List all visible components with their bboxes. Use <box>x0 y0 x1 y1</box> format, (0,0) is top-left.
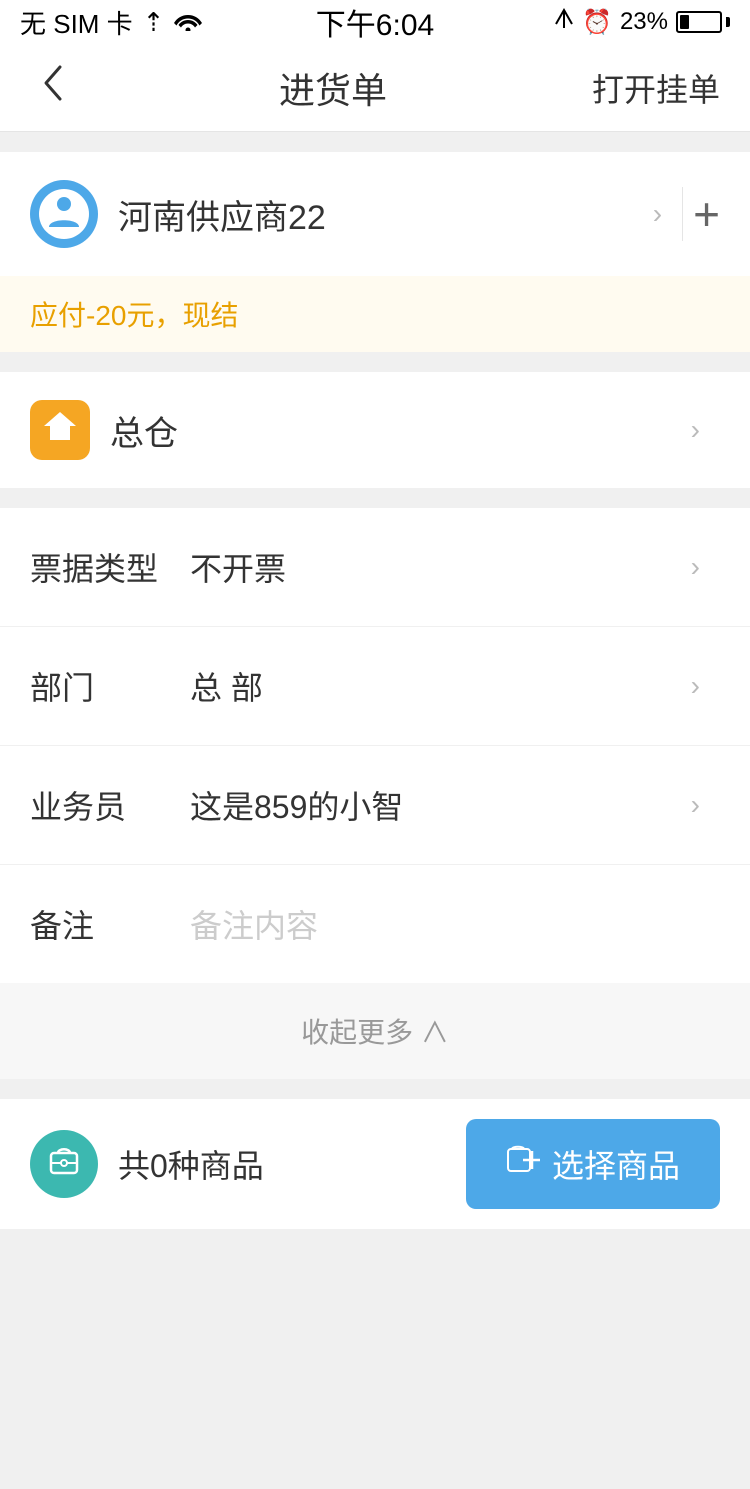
back-button[interactable] <box>30 53 74 122</box>
page-background <box>0 1229 750 1489</box>
supplier-name: 河南供应商22 <box>118 190 653 239</box>
status-bar: 无 SIM 卡 ⇡ 下午6:04 ⏰ 23% <box>0 0 750 44</box>
select-product-button[interactable]: 选择商品 <box>466 1119 720 1209</box>
location-icon <box>554 8 574 37</box>
warehouse-name: 总仓 <box>110 406 691 455</box>
invoice-type-row[interactable]: 票据类型 不开票 › <box>0 508 750 626</box>
remarks-row[interactable]: 备注 备注内容 <box>0 864 750 983</box>
supplier-section: 河南供应商22 › + 应付-20元，现结 <box>0 152 750 352</box>
collapse-label: 收起更多 ∧ <box>301 1011 449 1051</box>
section-gap-2 <box>0 352 750 372</box>
collapse-row[interactable]: 收起更多 ∧ <box>0 983 750 1079</box>
status-time: 下午6:04 <box>316 0 434 44</box>
select-btn-label: 选择商品 <box>552 1141 680 1187</box>
supplier-chevron-icon: › <box>653 198 662 230</box>
status-right: ⏰ 23% <box>554 8 730 37</box>
department-chevron: › <box>691 670 700 702</box>
supplier-avatar <box>30 180 98 248</box>
battery-percent: 23% <box>620 8 668 36</box>
nav-bar: 进货单 打开挂单 <box>0 44 750 132</box>
section-gap-4 <box>0 1079 750 1099</box>
department-label: 部门 <box>30 663 190 709</box>
product-icon-wrap <box>30 1130 98 1198</box>
department-value: 总 部 <box>190 663 691 709</box>
select-btn-icon <box>506 1143 540 1185</box>
section-gap-3 <box>0 488 750 508</box>
salesperson-chevron: › <box>691 789 700 821</box>
section-gap-1 <box>0 132 750 152</box>
alarm-icon: ⏰ <box>582 8 612 37</box>
salesperson-label: 业务员 <box>30 782 190 828</box>
remarks-label: 备注 <box>30 901 190 947</box>
form-section: 票据类型 不开票 › 部门 总 部 › 业务员 这是859的小智 › 备注 备注… <box>0 508 750 983</box>
warehouse-chevron-icon: › <box>691 414 700 446</box>
warehouse-house-icon <box>42 408 78 453</box>
status-left: 无 SIM 卡 ⇡ <box>20 4 202 41</box>
carrier-text: 无 SIM 卡 <box>20 4 133 41</box>
bottom-bar: 共0种商品 选择商品 <box>0 1099 750 1229</box>
product-count: 共0种商品 <box>118 1141 466 1187</box>
page-title: 进货单 <box>279 62 387 114</box>
notice-bar: 应付-20元，现结 <box>0 276 750 352</box>
supplier-row[interactable]: 河南供应商22 › + <box>0 152 750 276</box>
person-icon <box>45 191 83 238</box>
wifi-icon: ⇡ <box>143 7 165 38</box>
invoice-type-label: 票据类型 <box>30 544 190 590</box>
battery-icon <box>676 11 730 33</box>
invoice-type-value: 不开票 <box>190 544 691 590</box>
wifi-signal-icon <box>174 7 202 38</box>
warehouse-row[interactable]: 总仓 › <box>0 372 750 488</box>
add-supplier-icon[interactable]: + <box>682 187 720 241</box>
department-row[interactable]: 部门 总 部 › <box>0 626 750 745</box>
remarks-input[interactable]: 备注内容 <box>190 901 720 947</box>
open-hang-button[interactable]: 打开挂单 <box>592 65 720 111</box>
salesperson-value: 这是859的小智 <box>190 782 691 828</box>
warehouse-icon-wrap <box>30 400 90 460</box>
invoice-type-chevron: › <box>691 551 700 583</box>
salesperson-row[interactable]: 业务员 这是859的小智 › <box>0 745 750 864</box>
product-bag-icon <box>45 1141 83 1188</box>
